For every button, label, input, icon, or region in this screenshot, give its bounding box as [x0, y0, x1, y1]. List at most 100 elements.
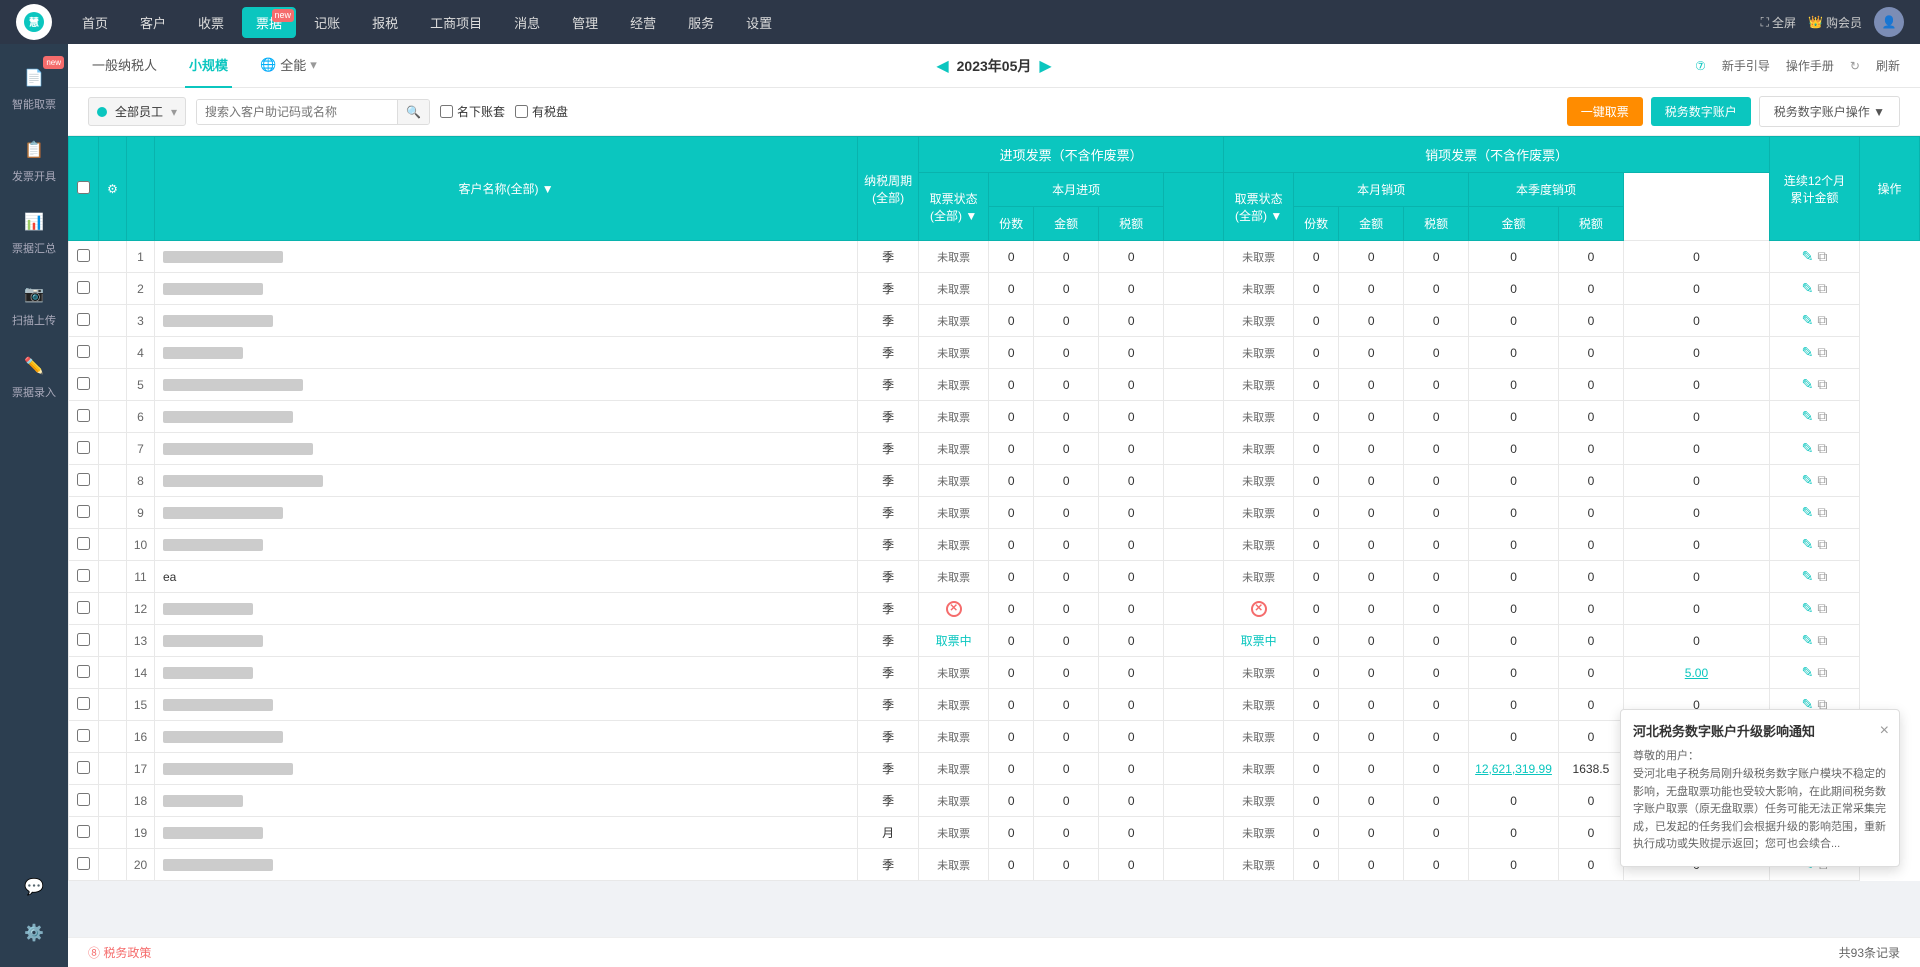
copy-icon[interactable]: ⧉: [1817, 600, 1827, 616]
row-checkbox[interactable]: [77, 601, 90, 614]
row-checkbox[interactable]: [77, 281, 90, 294]
search-button[interactable]: 🔍: [397, 100, 429, 124]
tab-general-taxpayer[interactable]: 一般纳税人: [88, 44, 161, 88]
edit-icon[interactable]: ✎: [1802, 280, 1814, 296]
member-button[interactable]: 👑 购会员: [1808, 14, 1862, 31]
row-checkbox[interactable]: [77, 505, 90, 518]
deduct-amount: 0: [1510, 634, 1517, 648]
nav-client[interactable]: 客户: [126, 7, 180, 38]
sidebar-item-smart-invoice[interactable]: new 📄 智能取票: [0, 54, 68, 122]
sub-account-checkbox[interactable]: [440, 105, 453, 118]
edit-icon[interactable]: ✎: [1802, 568, 1814, 584]
nav-operation[interactable]: 经营: [616, 7, 670, 38]
row-checkbox[interactable]: [77, 793, 90, 806]
row-checkbox[interactable]: [77, 633, 90, 646]
nav-bookkeeping[interactable]: 记账: [300, 7, 354, 38]
nav-tax[interactable]: 报税: [358, 7, 412, 38]
tax-policy-link[interactable]: ⑧ 税务政策: [88, 944, 151, 961]
sidebar-settings-icon[interactable]: ⚙️: [16, 915, 52, 951]
row-checkbox[interactable]: [77, 441, 90, 454]
edit-icon[interactable]: ✎: [1802, 600, 1814, 616]
tab-small-scale[interactable]: 小规模: [185, 44, 232, 88]
copy-icon[interactable]: ⧉: [1817, 280, 1827, 296]
edit-icon[interactable]: ✎: [1802, 632, 1814, 648]
checkbox-tax-disk[interactable]: 有税盘: [515, 103, 568, 120]
copy-icon[interactable]: ⧉: [1817, 632, 1827, 648]
refresh-button[interactable]: 刷新: [1876, 57, 1900, 74]
one-click-fetch-button[interactable]: 一键取票: [1567, 97, 1643, 126]
select-all-checkbox[interactable]: [77, 181, 90, 194]
copy-icon[interactable]: ⧉: [1817, 472, 1827, 488]
copy-icon[interactable]: ⧉: [1817, 504, 1827, 520]
th-in-current: 本月进项: [989, 173, 1164, 207]
sidebar-item-open-invoice[interactable]: 📋 发票开具: [0, 126, 68, 194]
notification-close-button[interactable]: ×: [1880, 718, 1889, 744]
copy-icon[interactable]: ⧉: [1817, 312, 1827, 328]
tab-all[interactable]: 🌐 全能 ▾: [256, 44, 321, 88]
table-row: 11ea季未取票000未取票000000✎⧉: [69, 561, 1920, 593]
copy-icon[interactable]: ⧉: [1817, 568, 1827, 584]
nav-home[interactable]: 首页: [68, 7, 122, 38]
edit-icon[interactable]: ✎: [1802, 440, 1814, 456]
row-checkbox[interactable]: [77, 665, 90, 678]
edit-icon[interactable]: ✎: [1802, 408, 1814, 424]
row-checkbox[interactable]: [77, 697, 90, 710]
row-checkbox[interactable]: [77, 761, 90, 774]
date-next-button[interactable]: ▶: [1039, 56, 1051, 76]
digital-account-ops-button[interactable]: 税务数字账户操作 ▼: [1759, 96, 1900, 127]
row-checkbox[interactable]: [77, 377, 90, 390]
edit-icon[interactable]: ✎: [1802, 344, 1814, 360]
employee-select[interactable]: 全部员工 ▾: [88, 97, 186, 126]
nav-message[interactable]: 消息: [500, 7, 554, 38]
sidebar-item-summary[interactable]: 📊 票据汇总: [0, 198, 68, 266]
nav-settings[interactable]: 设置: [732, 7, 786, 38]
nav-service[interactable]: 服务: [674, 7, 728, 38]
search-input[interactable]: [197, 100, 397, 124]
tax-disk-checkbox[interactable]: [515, 105, 528, 118]
edit-icon[interactable]: ✎: [1802, 472, 1814, 488]
sidebar-item-scan[interactable]: 📷 扫描上传: [0, 270, 68, 338]
nav-manage[interactable]: 管理: [558, 7, 612, 38]
nav-receive[interactable]: 收票: [184, 7, 238, 38]
row-checkbox[interactable]: [77, 249, 90, 262]
client-name-blur: [163, 315, 273, 327]
digital-account-button[interactable]: 税务数字账户: [1651, 97, 1751, 126]
date-prev-button[interactable]: ◀: [936, 56, 948, 76]
settings-icon[interactable]: ⚙: [107, 182, 118, 196]
edit-icon[interactable]: ✎: [1802, 504, 1814, 520]
row-checkbox[interactable]: [77, 537, 90, 550]
nav-invoice[interactable]: 票据new: [242, 7, 296, 38]
nav-business[interactable]: 工商项目: [416, 7, 496, 38]
copy-icon[interactable]: ⧉: [1817, 248, 1827, 264]
row-checkbox[interactable]: [77, 409, 90, 422]
copy-icon[interactable]: ⧉: [1817, 376, 1827, 392]
copy-icon[interactable]: ⧉: [1817, 664, 1827, 680]
row-checkbox[interactable]: [77, 825, 90, 838]
edit-icon[interactable]: ✎: [1802, 664, 1814, 680]
deduct-amount[interactable]: 12,621,319.99: [1475, 762, 1552, 776]
sidebar-message-icon[interactable]: 💬: [16, 869, 52, 905]
row-checkbox[interactable]: [77, 313, 90, 326]
edit-icon[interactable]: ✎: [1802, 312, 1814, 328]
in-tax: 0: [1128, 794, 1135, 808]
copy-icon[interactable]: ⧉: [1817, 408, 1827, 424]
row-checkbox[interactable]: [77, 345, 90, 358]
copy-icon[interactable]: ⧉: [1817, 536, 1827, 552]
copy-icon[interactable]: ⧉: [1817, 440, 1827, 456]
guide-button[interactable]: 新手引导: [1722, 57, 1770, 74]
edit-icon[interactable]: ✎: [1802, 536, 1814, 552]
avatar[interactable]: 👤: [1874, 7, 1904, 37]
row-checkbox[interactable]: [77, 857, 90, 870]
edit-icon[interactable]: ✎: [1802, 376, 1814, 392]
row-checkbox[interactable]: [77, 729, 90, 742]
cumulative-amount[interactable]: 5.00: [1685, 666, 1708, 680]
checkbox-sub-account[interactable]: 名下账套: [440, 103, 505, 120]
row-checkbox[interactable]: [77, 569, 90, 582]
out-tax: 0: [1433, 506, 1440, 520]
edit-icon[interactable]: ✎: [1802, 248, 1814, 264]
row-checkbox[interactable]: [77, 473, 90, 486]
copy-icon[interactable]: ⧉: [1817, 344, 1827, 360]
manual-button[interactable]: 操作手册: [1786, 57, 1834, 74]
sidebar-item-entry[interactable]: ✏️ 票据录入: [0, 342, 68, 410]
fullscreen-button[interactable]: ⛶ 全屏: [1761, 14, 1796, 31]
